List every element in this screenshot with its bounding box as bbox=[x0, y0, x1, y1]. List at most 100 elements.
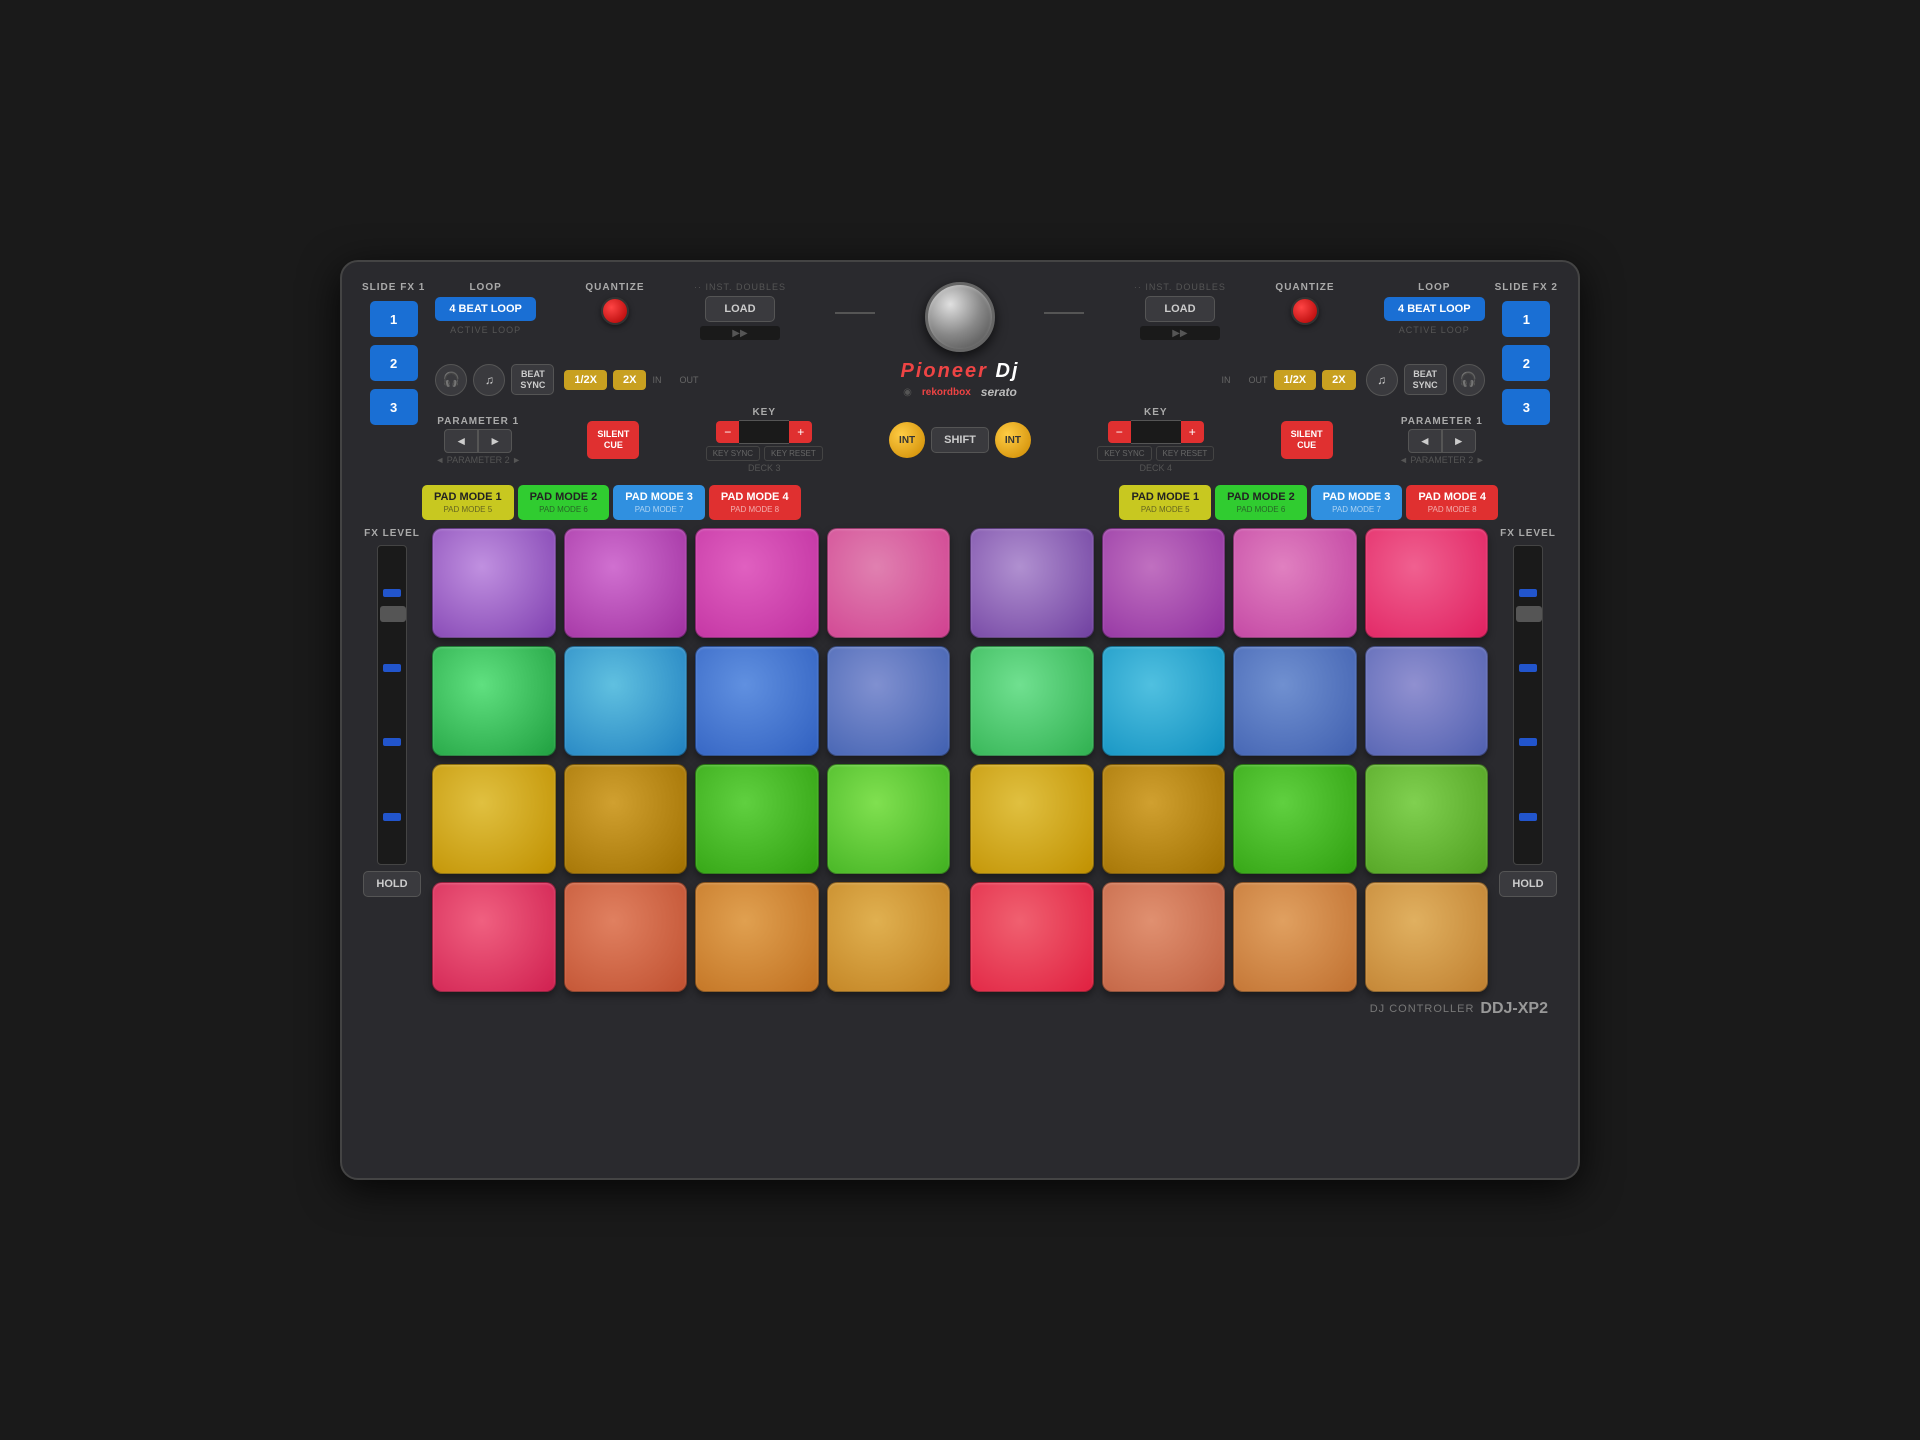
deck-left-headphones-btn[interactable]: 🎧 bbox=[435, 364, 467, 396]
deck-left-two-x-btn[interactable]: 2X bbox=[613, 370, 646, 390]
pad-right-16[interactable] bbox=[1365, 882, 1489, 992]
fx-right-handle[interactable] bbox=[1516, 606, 1542, 622]
deck-right-quantize-knob[interactable] bbox=[1291, 297, 1319, 325]
hold-left-btn[interactable]: HOLD bbox=[363, 871, 420, 897]
deck-left-music-btn[interactable]: ♫ bbox=[473, 364, 505, 396]
deck-left-key-sync-btn[interactable]: KEY SYNC bbox=[706, 446, 760, 461]
pad-right-5[interactable] bbox=[970, 646, 1094, 756]
pad-right-12[interactable] bbox=[1365, 764, 1489, 874]
pad-right-8[interactable] bbox=[1365, 646, 1489, 756]
pad-right-6[interactable] bbox=[1102, 646, 1226, 756]
deck-left-inst-doubles-label: ·· INST. DOUBLES bbox=[694, 282, 786, 292]
pad-left-7[interactable] bbox=[695, 646, 819, 756]
deck-right-key-sync-btn[interactable]: KEY SYNC bbox=[1097, 446, 1151, 461]
pad-left-6[interactable] bbox=[564, 646, 688, 756]
deck-right-transport-bar: ▶▶ bbox=[1140, 326, 1220, 340]
fx-left-handle[interactable] bbox=[380, 606, 406, 622]
deck-right-beat-loop-btn[interactable]: 4 BEAT LOOP bbox=[1384, 297, 1485, 321]
deck-right-headphones-btn[interactable]: 🎧 bbox=[1453, 364, 1485, 396]
deck-left-key-reset-btn[interactable]: KEY RESET bbox=[764, 446, 823, 461]
deck-left-key-plus-btn[interactable]: + bbox=[789, 421, 812, 443]
deck-right-music-btn[interactable]: ♫ bbox=[1366, 364, 1398, 396]
deck-right-key-minus-btn[interactable]: − bbox=[1108, 421, 1131, 443]
left-pad-mode-3-btn[interactable]: PAD MODE 3 PAD MODE 7 bbox=[613, 485, 705, 520]
pad-left-2[interactable] bbox=[564, 528, 688, 638]
deck-left-key-minus-btn[interactable]: − bbox=[716, 421, 739, 443]
pad-left-12[interactable] bbox=[827, 764, 951, 874]
fx-level-left-slider[interactable] bbox=[377, 545, 407, 865]
pad-left-16[interactable] bbox=[827, 882, 951, 992]
pad-left-9[interactable] bbox=[432, 764, 556, 874]
fx-level-right-slider[interactable] bbox=[1513, 545, 1543, 865]
deck-left-half-x-btn[interactable]: 1/2X bbox=[564, 370, 607, 390]
pad-left-15[interactable] bbox=[695, 882, 819, 992]
pad-right-4[interactable] bbox=[1365, 528, 1489, 638]
deck-right-load-btn[interactable]: LOAD bbox=[1145, 296, 1214, 322]
pad-right-3[interactable] bbox=[1233, 528, 1357, 638]
main-knob[interactable] bbox=[925, 282, 995, 352]
deck-left-beat-sync-btn[interactable]: BEAT SYNC bbox=[511, 364, 554, 396]
pad-right-13[interactable] bbox=[970, 882, 1094, 992]
left-line-connector bbox=[835, 312, 875, 314]
deck-right-silent-cue-btn[interactable]: SILENT CUE bbox=[1281, 421, 1333, 459]
slide-fx2-btn-3[interactable]: 3 bbox=[1502, 389, 1550, 425]
deck-right-parameter2-label: ◄ PARAMETER 2 ► bbox=[1399, 455, 1485, 465]
right-pad-mode-3-btn[interactable]: PAD MODE 3 PAD MODE 7 bbox=[1311, 485, 1403, 520]
pad-right-9[interactable] bbox=[970, 764, 1094, 874]
pad-grid-left bbox=[432, 528, 950, 992]
deck-right-param-left-btn[interactable]: ◄ bbox=[1408, 429, 1442, 453]
pad-left-11[interactable] bbox=[695, 764, 819, 874]
pad-right-11[interactable] bbox=[1233, 764, 1357, 874]
deck-right-loop-label: LOOP bbox=[1418, 282, 1450, 293]
deck-right-key-plus-btn[interactable]: + bbox=[1181, 421, 1204, 443]
deck-left-key-slider[interactable] bbox=[739, 420, 789, 444]
pad-left-5[interactable] bbox=[432, 646, 556, 756]
deck-left-beat-loop-btn[interactable]: 4 BEAT LOOP bbox=[435, 297, 536, 321]
pad-grid-right bbox=[970, 528, 1488, 992]
bottom-bar: DJ CONTROLLER DDJ-XP2 bbox=[362, 1000, 1558, 1018]
left-int-btn[interactable]: INT bbox=[889, 422, 925, 458]
pad-left-8[interactable] bbox=[827, 646, 951, 756]
slide-fx1-btn-2[interactable]: 2 bbox=[370, 345, 418, 381]
pad-left-13[interactable] bbox=[432, 882, 556, 992]
pad-left-3[interactable] bbox=[695, 528, 819, 638]
right-pad-mode-1-btn[interactable]: PAD MODE 1 PAD MODE 5 bbox=[1119, 485, 1211, 520]
pad-left-14[interactable] bbox=[564, 882, 688, 992]
slide-fx1-btn-1[interactable]: 1 bbox=[370, 301, 418, 337]
pad-right-15[interactable] bbox=[1233, 882, 1357, 992]
right-pad-mode-2-btn[interactable]: PAD MODE 2 PAD MODE 6 bbox=[1215, 485, 1307, 520]
deck-right-half-x-btn[interactable]: 1/2X bbox=[1274, 370, 1317, 390]
pad-right-7[interactable] bbox=[1233, 646, 1357, 756]
deck-left-in-label: IN bbox=[652, 375, 661, 385]
pad-right-1[interactable] bbox=[970, 528, 1094, 638]
pad-right-14[interactable] bbox=[1102, 882, 1226, 992]
left-pad-mode-1-btn[interactable]: PAD MODE 1 PAD MODE 5 bbox=[422, 485, 514, 520]
pad-left-10[interactable] bbox=[564, 764, 688, 874]
deck-left-silent-cue-btn[interactable]: SILENT CUE bbox=[587, 421, 639, 459]
right-pad-mode-4-btn[interactable]: PAD MODE 4 PAD MODE 8 bbox=[1406, 485, 1498, 520]
deck-right-key-reset-btn[interactable]: KEY RESET bbox=[1156, 446, 1215, 461]
deck-left-load-btn[interactable]: LOAD bbox=[705, 296, 774, 322]
left-pad-mode-2-btn[interactable]: PAD MODE 2 PAD MODE 6 bbox=[518, 485, 610, 520]
deck-right-beat-sync-btn[interactable]: BEAT SYNC bbox=[1404, 364, 1447, 396]
deck-left-param-right-btn[interactable]: ► bbox=[478, 429, 512, 453]
right-int-btn[interactable]: INT bbox=[995, 422, 1031, 458]
deck-right-param-right-btn[interactable]: ► bbox=[1442, 429, 1476, 453]
slide-fx2-btn-2[interactable]: 2 bbox=[1502, 345, 1550, 381]
left-pad-mode-4-btn[interactable]: PAD MODE 4 PAD MODE 8 bbox=[709, 485, 801, 520]
deck-left-param-left-btn[interactable]: ◄ bbox=[444, 429, 478, 453]
pad-right-2[interactable] bbox=[1102, 528, 1226, 638]
deck-right-two-x-btn[interactable]: 2X bbox=[1322, 370, 1355, 390]
deck-left-loop: LOOP 4 BEAT LOOP ACTIVE LOOP bbox=[435, 282, 536, 335]
slide-fx1-btn-3[interactable]: 3 bbox=[370, 389, 418, 425]
deck-right-quantize-label: QUANTIZE bbox=[1275, 282, 1334, 293]
slide-fx2-btn-1[interactable]: 1 bbox=[1502, 301, 1550, 337]
pad-left-4[interactable] bbox=[827, 528, 951, 638]
deck-left-quantize-knob[interactable] bbox=[601, 297, 629, 325]
pad-right-10[interactable] bbox=[1102, 764, 1226, 874]
int-shift-group: INT SHIFT INT bbox=[889, 422, 1031, 458]
deck-right-key-slider[interactable] bbox=[1131, 420, 1181, 444]
hold-right-btn[interactable]: HOLD bbox=[1499, 871, 1556, 897]
pad-left-1[interactable] bbox=[432, 528, 556, 638]
shift-btn[interactable]: SHIFT bbox=[931, 427, 989, 453]
